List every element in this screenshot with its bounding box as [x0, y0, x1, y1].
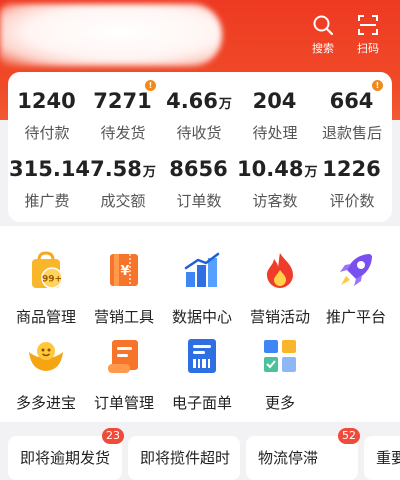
stat-value: 4.66万 [166, 89, 232, 113]
store-name-obscured [0, 4, 222, 66]
stat-value: 1240 [17, 89, 76, 113]
menu-promotion-platform[interactable]: 推广平台 [316, 250, 396, 327]
svg-text:¥: ¥ [120, 264, 129, 279]
stats-card: 1240 待付款 7271 待发货 ! 4.66万 待收货 204 待处理 66… [8, 72, 392, 222]
alert-chips-row: 即将逾期发货 23 即将揽件超时 物流停滞 52 重要 [0, 428, 400, 480]
alert-chip-pickup-timeout[interactable]: 即将揽件超时 [128, 436, 240, 480]
fire-icon [267, 253, 293, 288]
scan-label: 扫码 [357, 42, 379, 55]
stat-promotion-fee[interactable]: 315.14 推广费 [9, 156, 91, 211]
order-scroll-icon [108, 340, 138, 373]
stat-label: 评价数 [329, 192, 375, 210]
stat-to-process[interactable]: 204 待处理 [237, 88, 313, 143]
stat-turnover[interactable]: 7.58万 成交额 [85, 156, 161, 211]
stat-label: 推广费 [24, 192, 70, 210]
stat-pending-payment[interactable]: 1240 待付款 [9, 88, 85, 143]
stat-refund-aftersale[interactable]: 664 退款售后 [314, 88, 390, 143]
stat-pending-shipment[interactable]: 7271 待发货 [85, 88, 161, 143]
stat-review-count[interactable]: 1226 评价数 [314, 156, 390, 211]
stat-value: 8656 [169, 157, 228, 181]
stat-pending-receipt[interactable]: 4.66万 待收货 [161, 88, 237, 143]
menu-goods-management[interactable]: 99+ 商品管理 [6, 250, 86, 327]
stat-label: 待发货 [100, 124, 146, 142]
stat-label: 待付款 [24, 124, 70, 142]
search-icon [313, 15, 334, 36]
alert-chip-label: 物流停滞 [258, 449, 319, 467]
rocket-icon [340, 254, 372, 286]
menu-e-waybill[interactable]: 电子面单 [162, 336, 242, 413]
alert-count-badge: 52 [338, 428, 360, 444]
stat-order-count[interactable]: 8656 订单数 [161, 156, 237, 211]
tools-grid: 99+ 商品管理 ¥ 营销工具 数据中心 营销活动 推广平台 多多进宝 订单管理… [0, 226, 400, 422]
menu-label: 多多进宝 [15, 394, 76, 412]
stat-value: 315.14 [9, 157, 91, 181]
svg-text:99+: 99+ [42, 275, 62, 285]
stat-value: 7271 [93, 89, 152, 113]
alert-dot-icon: ! [145, 80, 156, 91]
alert-dot-icon: ! [372, 80, 383, 91]
stat-label: 待处理 [252, 124, 298, 142]
stat-value: 10.48万 [237, 157, 318, 181]
search-button[interactable]: 搜索 [303, 14, 343, 56]
more-apps-icon [264, 340, 296, 372]
menu-order-management[interactable]: 订单管理 [84, 336, 164, 413]
alert-chip-important[interactable]: 重要 [364, 436, 400, 480]
stat-value: 204 [252, 89, 297, 113]
menu-label: 电子面单 [171, 394, 232, 412]
stat-label: 成交额 [100, 192, 146, 210]
menu-data-center[interactable]: 数据中心 [162, 250, 242, 327]
stat-value: 7.58万 [90, 157, 156, 181]
alert-count-badge: 23 [102, 428, 124, 444]
menu-label: 推广平台 [325, 308, 386, 326]
menu-label: 更多 [264, 394, 295, 412]
coupon-icon: ¥ [110, 254, 138, 286]
menu-marketing-activities[interactable]: 营销活动 [240, 250, 320, 327]
gold-ingot-icon [29, 342, 63, 371]
alert-chip-label: 即将逾期发货 [20, 449, 111, 467]
menu-label: 数据中心 [171, 308, 232, 326]
menu-label: 营销工具 [93, 308, 154, 326]
menu-more[interactable]: 更多 [240, 336, 320, 413]
menu-marketing-tools[interactable]: ¥ 营销工具 [84, 250, 164, 327]
bar-chart-icon [184, 252, 220, 287]
stat-value: 664 [329, 89, 374, 113]
menu-label: 订单管理 [93, 394, 154, 412]
stat-value: 1226 [322, 157, 381, 181]
stat-label: 订单数 [176, 192, 222, 210]
stat-label: 访客数 [252, 192, 298, 210]
goods-bag-icon: 99+ [32, 251, 63, 289]
stat-label: 待收货 [176, 124, 222, 142]
menu-label: 营销活动 [249, 308, 310, 326]
stat-label: 退款售后 [321, 124, 382, 142]
menu-label: 商品管理 [15, 308, 76, 326]
scan-button[interactable]: 扫码 [348, 14, 388, 56]
search-label: 搜索 [312, 42, 334, 55]
menu-duoduo-jinbao[interactable]: 多多进宝 [6, 336, 86, 413]
scan-icon [358, 15, 378, 35]
alert-chip-label: 重要 [376, 449, 400, 467]
alert-chip-label: 即将揽件超时 [140, 449, 231, 467]
waybill-icon [188, 339, 216, 373]
stat-visitor-count[interactable]: 10.48万 访客数 [237, 156, 318, 211]
